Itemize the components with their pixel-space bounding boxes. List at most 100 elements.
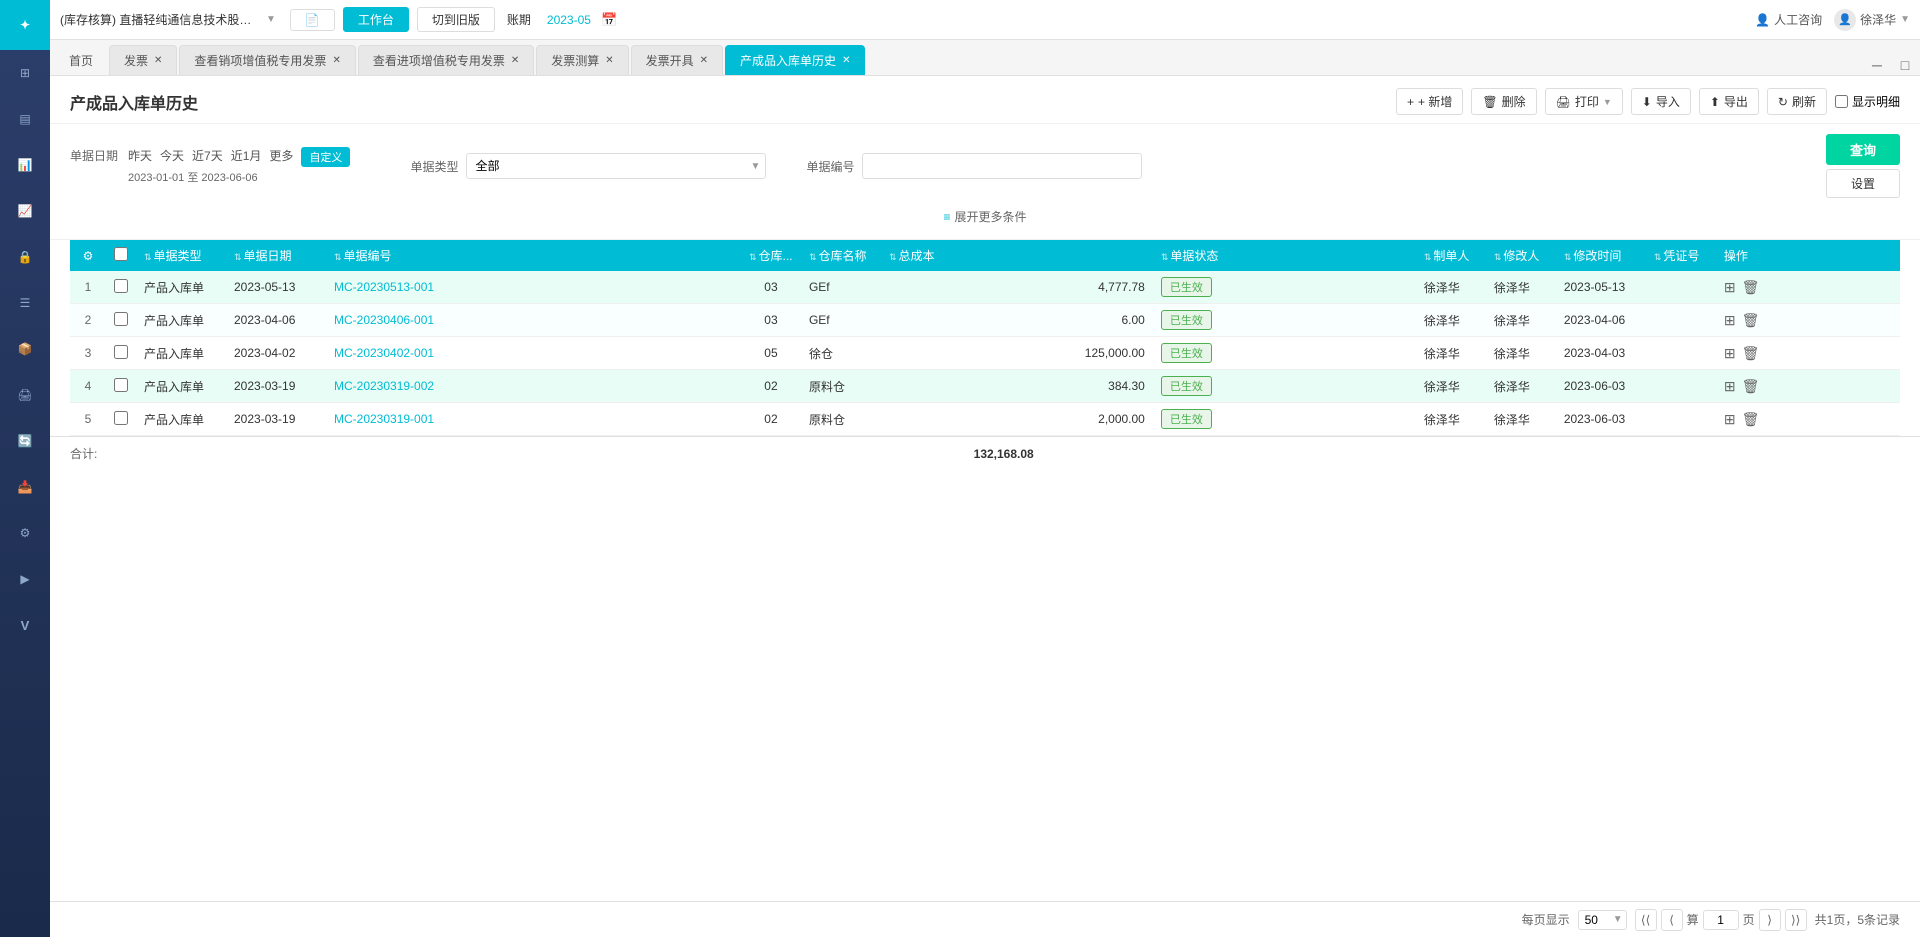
th-checkbox[interactable] <box>106 240 136 271</box>
row-delete-icon-4[interactable]: 🗑 <box>1742 411 1760 428</box>
select-all-checkbox[interactable] <box>114 247 128 261</box>
tab-purchase-invoice[interactable]: 查看进项增值税专用发票 ✕ <box>358 45 534 75</box>
switch-button[interactable]: 切到旧版 <box>417 7 495 32</box>
last-page-button[interactable]: ⟩⟩ <box>1785 909 1807 931</box>
tab-invoice-calc-close-icon[interactable]: ✕ <box>605 55 613 66</box>
sidebar-item-report[interactable]: 📊 <box>0 142 50 188</box>
show-detail-checkbox-wrapper[interactable]: 显示明细 <box>1835 93 1900 110</box>
type-select[interactable]: 全部 产品入库单 <box>466 153 766 179</box>
row-num-link-3[interactable]: MC-20230319-002 <box>326 370 741 403</box>
row-num-link-0[interactable]: MC-20230513-001 <box>326 271 741 304</box>
next-page-button[interactable]: ⟩ <box>1759 909 1781 931</box>
help-service[interactable]: 👤 人工咨询 <box>1755 11 1822 28</box>
row-edit-icon-1[interactable]: ⊞ <box>1724 312 1736 329</box>
workdesk-button[interactable]: 工作台 <box>343 7 409 32</box>
tab-product-history[interactable]: 产成品入库单历史 ✕ <box>725 45 865 75</box>
row-delete-icon-3[interactable]: 🗑 <box>1742 378 1760 395</box>
row-checkbox-0[interactable] <box>106 271 136 304</box>
tab-invoice[interactable]: 发票 ✕ <box>109 45 177 75</box>
company-dropdown-icon[interactable]: ▼ <box>266 14 276 25</box>
import-button[interactable]: ⬇ 导入 <box>1631 88 1691 115</box>
sidebar-item-home[interactable]: ⊞ <box>0 50 50 96</box>
tab-purchase-invoice-close-icon[interactable]: ✕ <box>511 55 519 66</box>
row-check-input-4[interactable] <box>114 411 128 425</box>
delete-button[interactable]: 🗑 删除 <box>1471 88 1536 115</box>
th-warehouse-name[interactable]: ⇅仓库名称 <box>801 240 881 271</box>
row-edit-icon-2[interactable]: ⊞ <box>1724 345 1736 362</box>
th-voucher[interactable]: ⇅凭证号 <box>1646 240 1716 271</box>
num-filter-input[interactable] <box>862 153 1142 179</box>
row-edit-icon-4[interactable]: ⊞ <box>1724 411 1736 428</box>
minimize-button[interactable]: ─ <box>1867 55 1887 75</box>
tab-home[interactable]: 首页 <box>55 45 107 75</box>
sidebar-item-version[interactable]: V <box>0 602 50 648</box>
row-delete-icon-2[interactable]: 🗑 <box>1742 345 1760 362</box>
date-1month[interactable]: 近1月 <box>231 147 262 167</box>
first-page-button[interactable]: ⟨⟨ <box>1635 909 1657 931</box>
row-edit-icon-0[interactable]: ⊞ <box>1724 279 1736 296</box>
th-status[interactable]: ⇅单据状态 <box>1153 240 1416 271</box>
th-num[interactable]: ⇅单据编号 <box>326 240 741 271</box>
row-num-link-2[interactable]: MC-20230402-001 <box>326 337 741 370</box>
tab-invoice-open-close-icon[interactable]: ✕ <box>700 55 708 66</box>
row-checkbox-4[interactable] <box>106 403 136 436</box>
th-settings[interactable]: ⚙ <box>70 240 106 271</box>
tab-sales-invoice[interactable]: 查看销项增值税专用发票 ✕ <box>179 45 355 75</box>
doc-btn[interactable]: 📄 <box>290 9 335 31</box>
date-more[interactable]: 更多 <box>269 147 293 167</box>
row-checkbox-1[interactable] <box>106 304 136 337</box>
tab-invoice-open[interactable]: 发票开具 ✕ <box>631 45 723 75</box>
app-logo[interactable]: ✦ <box>0 0 50 50</box>
th-total-cost[interactable]: ⇅总成本 <box>881 240 1153 271</box>
row-check-input-0[interactable] <box>114 279 128 293</box>
prev-page-button[interactable]: ⟨ <box>1661 909 1683 931</box>
row-delete-icon-0[interactable]: 🗑 <box>1742 279 1760 296</box>
date-yesterday[interactable]: 昨天 <box>128 147 152 167</box>
th-modify-time[interactable]: ⇅修改时间 <box>1556 240 1646 271</box>
th-modifier[interactable]: ⇅修改人 <box>1486 240 1556 271</box>
row-check-input-1[interactable] <box>114 312 128 326</box>
export-button[interactable]: ⬆ 导出 <box>1699 88 1759 115</box>
user-info[interactable]: 👤 徐泽华 ▼ <box>1834 9 1910 31</box>
page-number-input[interactable] <box>1703 910 1739 930</box>
sidebar-item-play[interactable]: ▶ <box>0 556 50 602</box>
maximize-button[interactable]: □ <box>1895 55 1915 75</box>
th-maker[interactable]: ⇅制单人 <box>1416 240 1486 271</box>
sidebar-item-print[interactable]: 🖨 <box>0 372 50 418</box>
tab-invoice-calc[interactable]: 发票测算 ✕ <box>536 45 628 75</box>
row-check-input-2[interactable] <box>114 345 128 359</box>
date-7days[interactable]: 近7天 <box>192 147 223 167</box>
sidebar-item-voucher[interactable]: ▤ <box>0 96 50 142</box>
date-custom-badge[interactable]: 自定义 <box>301 147 350 167</box>
date-today[interactable]: 今天 <box>160 147 184 167</box>
add-button[interactable]: + + 新增 <box>1396 88 1463 115</box>
row-num-link-1[interactable]: MC-20230406-001 <box>326 304 741 337</box>
calendar-icon[interactable]: 📅 <box>601 12 617 28</box>
sidebar-item-settings[interactable]: ⚙ <box>0 510 50 556</box>
th-warehouse-code[interactable]: ⇅仓库... <box>741 240 801 271</box>
filter-settings-button[interactable]: 设置 <box>1826 169 1900 198</box>
tab-sales-invoice-close-icon[interactable]: ✕ <box>332 55 340 66</box>
tab-product-history-close-icon[interactable]: ✕ <box>842 55 850 66</box>
row-checkbox-2[interactable] <box>106 337 136 370</box>
sidebar-item-download[interactable]: 📥 <box>0 464 50 510</box>
sidebar-item-analysis[interactable]: 📈 <box>0 188 50 234</box>
sidebar-item-inventory[interactable]: 📦 <box>0 326 50 372</box>
row-check-input-3[interactable] <box>114 378 128 392</box>
print-button[interactable]: 🖨 打印 ▼ <box>1545 88 1623 115</box>
refresh-button[interactable]: ↻ 刷新 <box>1767 88 1827 115</box>
query-button[interactable]: 查询 <box>1826 134 1900 165</box>
row-checkbox-3[interactable] <box>106 370 136 403</box>
per-page-select[interactable]: 20 50 100 <box>1578 910 1627 930</box>
row-delete-icon-1[interactable]: 🗑 <box>1742 312 1760 329</box>
tab-invoice-close-icon[interactable]: ✕ <box>154 55 162 66</box>
row-edit-icon-3[interactable]: ⊞ <box>1724 378 1736 395</box>
expand-conditions[interactable]: ≡ 展开更多条件 <box>70 204 1900 229</box>
row-num-link-4[interactable]: MC-20230319-001 <box>326 403 741 436</box>
sidebar-item-sync[interactable]: 🔄 <box>0 418 50 464</box>
sidebar-item-menu[interactable]: ☰ <box>0 280 50 326</box>
show-detail-checkbox[interactable] <box>1835 95 1848 108</box>
sidebar-item-lock[interactable]: 🔒 <box>0 234 50 280</box>
th-type[interactable]: ⇅单据类型 <box>136 240 226 271</box>
th-date[interactable]: ⇅单据日期 <box>226 240 326 271</box>
